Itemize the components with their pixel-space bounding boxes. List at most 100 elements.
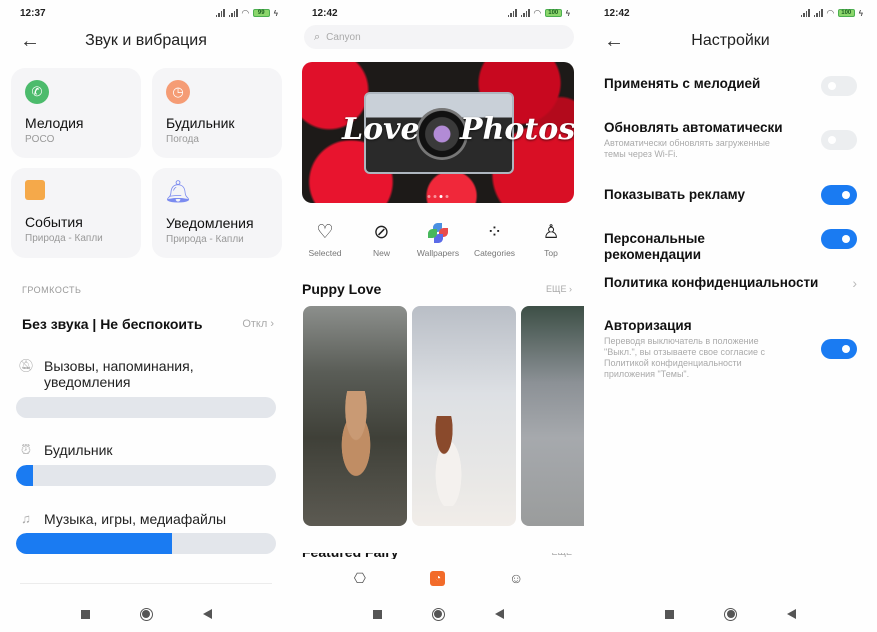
themes-icon[interactable]: ◔ (430, 570, 446, 586)
pinwheel-icon (428, 222, 448, 244)
status-time: 12:42 (604, 7, 630, 19)
event-icon (25, 180, 45, 200)
setting-auto-update: Обновлять автоматически Автоматически об… (604, 120, 857, 160)
settings-screen: 12:42 ◠ 100 ϟ ← Настройки Применять с ме… (584, 0, 877, 632)
leaf-icon: ⊘ (373, 222, 390, 243)
recents-button[interactable] (80, 609, 90, 619)
status-time: 12:42 (312, 7, 338, 19)
award-ribbon-icon: ♙ (542, 222, 560, 243)
banner-text-right: Photos (460, 112, 574, 147)
alarm-icon: ⏰︎ (20, 442, 32, 457)
home-button[interactable] (724, 607, 737, 621)
system-nav-bar (584, 604, 877, 624)
next-section-header: Featured Fairy ЕЩЕ (302, 553, 572, 559)
section-title: Puppy Love (302, 281, 382, 297)
setting-show-ads: Показывать рекламу (604, 185, 857, 205)
back-button[interactable] (494, 609, 504, 619)
battery-icon: 99 (252, 9, 270, 17)
alarm-volume-slider[interactable] (16, 465, 276, 486)
media-volume-slider[interactable] (16, 533, 276, 554)
card-sub: Погода (166, 134, 199, 145)
four-circles-icon: ⁘ (486, 222, 503, 243)
setting-authorization: Авторизация Переводя выключатель в полож… (604, 318, 857, 380)
category-row: ♡ Selected ⊘ New Wallpapers ⁘ Categories… (298, 222, 578, 258)
more-link[interactable]: ЕЩЕ › (546, 284, 572, 294)
calls-volume-slider[interactable] (16, 397, 276, 418)
banner-text-left: Love (342, 112, 420, 147)
search-placeholder: Canyon (326, 31, 361, 43)
back-button[interactable] (787, 609, 796, 619)
carousel-dots (427, 195, 449, 198)
volume-label: 🔕︎ Вызовы, напоминания, уведомления (18, 358, 194, 390)
wifi-icon: ◠ (533, 7, 541, 18)
page-title: Настройки (691, 32, 770, 49)
alarm-clock-icon: ◷ (166, 80, 190, 104)
chevron-right-icon: › (270, 318, 274, 330)
wallpaper-thumbnail[interactable] (303, 306, 407, 526)
battery-icon: 100 (544, 9, 562, 17)
home-button[interactable] (139, 607, 153, 621)
status-bar: 12:42 ◠ 100 ϟ (312, 6, 570, 20)
card-label: События (25, 214, 83, 230)
status-bar: 12:42 ◠ 100 ϟ (604, 6, 863, 20)
wallpaper-thumbnail[interactable] (521, 306, 584, 526)
status-time: 12:37 (20, 7, 46, 19)
signal-icon (215, 9, 225, 17)
chevron-right-icon: › (852, 275, 857, 291)
status-bar: 12:37 ◠ 99 ϟ (20, 6, 278, 20)
volume-label: ⏰︎ Будильник (18, 442, 113, 458)
wifi-icon: ◠ (241, 7, 249, 18)
home-button[interactable] (431, 607, 445, 621)
featured-banner[interactable]: Love Photos (302, 62, 574, 203)
bell-muted-icon: 🔕︎ (18, 358, 35, 373)
themes-home-screen: 12:42 ◠ 100 ϟ ⌕ Canyon Love Photos ♡ Sel… (292, 0, 584, 632)
toggle-switch[interactable] (821, 130, 857, 150)
bell-icon: 🔔︎ (164, 179, 192, 204)
signal-icon (813, 9, 823, 17)
setting-privacy-policy[interactable]: Политика конфиденциальности › (604, 275, 857, 291)
back-button[interactable] (202, 609, 212, 619)
recents-button[interactable] (665, 609, 674, 619)
category-categories[interactable]: ⁘ Categories (468, 222, 522, 258)
phone-icon: ✆ (25, 80, 49, 104)
category-wallpapers[interactable]: Wallpapers (411, 222, 465, 258)
card-sub: Природа - Капли (166, 234, 244, 245)
category-selected[interactable]: ♡ Selected (298, 222, 352, 258)
system-nav-bar (0, 604, 292, 624)
events-card[interactable]: События Природа - Капли (11, 168, 141, 258)
alarm-card[interactable]: ◷ Будильник Погода (152, 68, 282, 158)
toggle-switch[interactable] (821, 76, 857, 96)
wallpaper-thumbnail[interactable] (412, 306, 516, 526)
do-not-disturb-row[interactable]: Без звука | Не беспокоить Откл › (22, 316, 274, 332)
volume-label: ♫ Музыка, игры, медиафайлы (18, 511, 226, 527)
music-note-icon: ♫ (21, 511, 31, 526)
signal-icon (520, 9, 530, 17)
toggle-switch[interactable] (821, 229, 857, 249)
divider (20, 583, 272, 584)
toggle-switch[interactable] (821, 339, 857, 359)
battery-icon: 100 (837, 9, 855, 17)
search-input[interactable]: ⌕ Canyon (304, 25, 574, 49)
sound-vibration-screen: 12:37 ◠ 99 ϟ ← Звук и вибрация ✆ Мелодия… (0, 0, 292, 632)
signal-icon (507, 9, 517, 17)
profile-icon[interactable]: ☺ (507, 569, 525, 587)
toggle-switch[interactable] (821, 185, 857, 205)
charging-icon: ϟ (273, 8, 278, 18)
puppy-love-section-header: Puppy Love ЕЩЕ › (302, 281, 572, 297)
category-top[interactable]: ♙ Top (524, 222, 578, 258)
brush-icon[interactable]: ⎔ (351, 569, 369, 587)
signal-icon (228, 9, 238, 17)
notifications-card[interactable]: 🔔︎ Уведомления Природа - Капли (152, 168, 282, 258)
card-sub: Природа - Капли (25, 233, 103, 244)
card-sub: POCO (25, 134, 55, 145)
charging-icon: ϟ (565, 8, 570, 18)
setting-personal-recommendations: Персональные рекомендации (604, 229, 857, 263)
wifi-icon: ◠ (826, 7, 834, 18)
recents-button[interactable] (372, 609, 382, 619)
page-title: Звук и вибрация (85, 32, 207, 49)
category-new[interactable]: ⊘ New (355, 222, 409, 258)
ringtone-card[interactable]: ✆ Мелодия POCO (11, 68, 141, 158)
search-icon: ⌕ (314, 30, 321, 43)
setting-apply-with-ringtone: Применять с мелодией (604, 76, 857, 96)
bottom-tab-bar: ⎔ ◔ ☺ (292, 566, 584, 590)
